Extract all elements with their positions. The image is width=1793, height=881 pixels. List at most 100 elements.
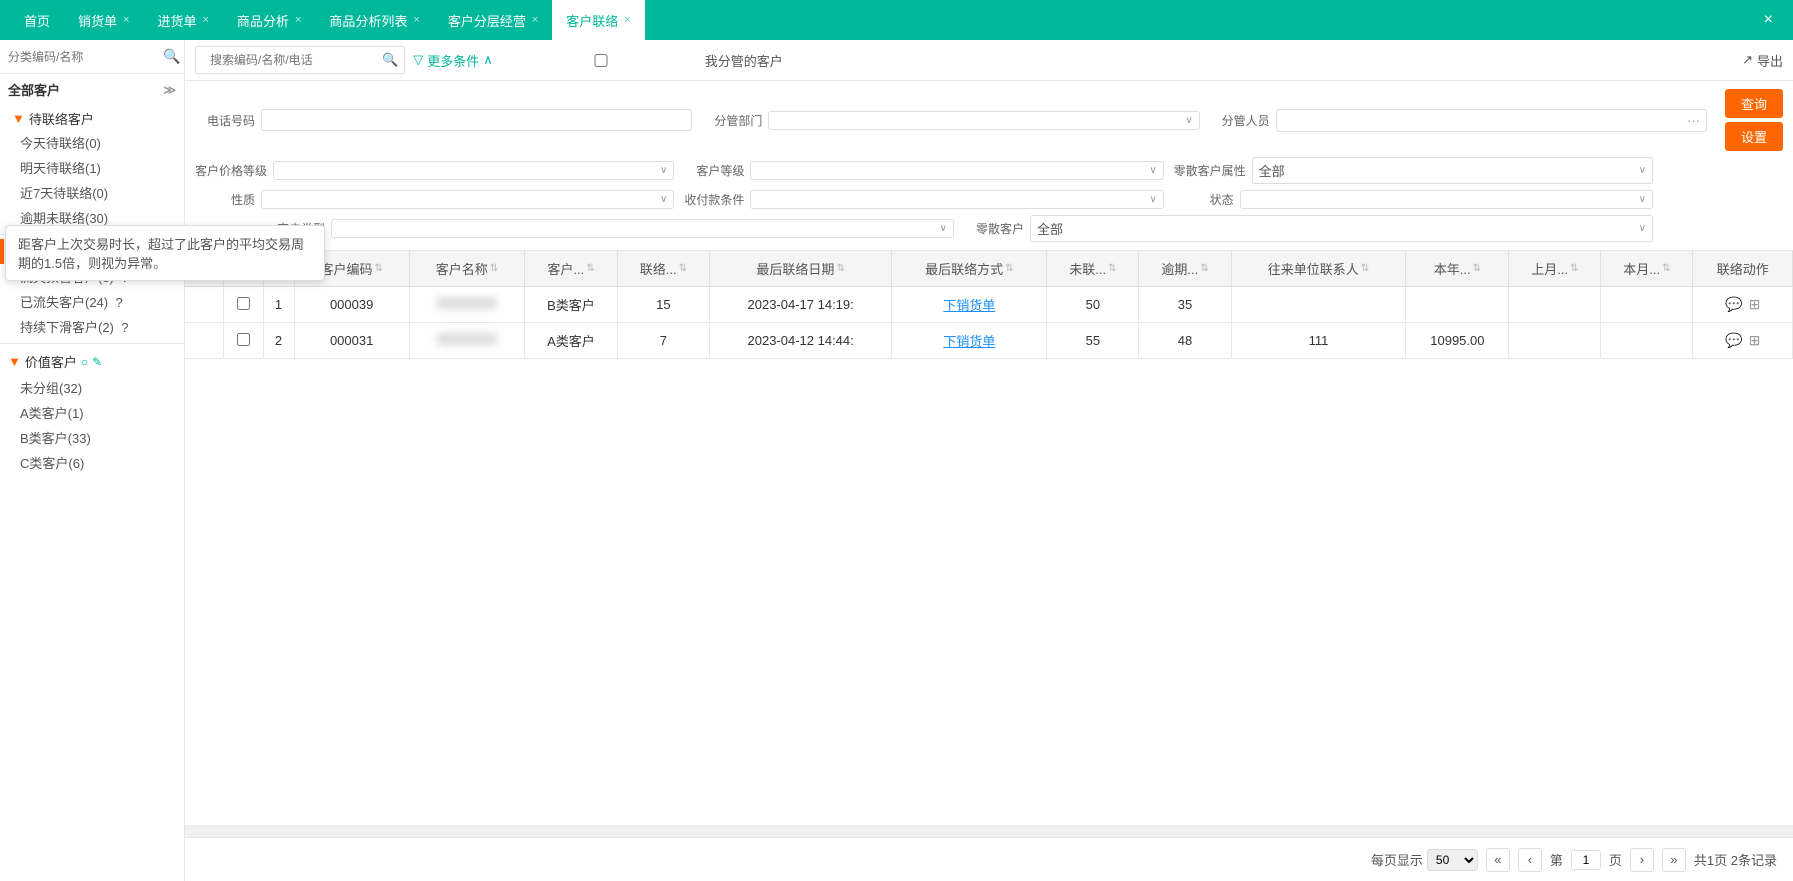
filter-row-3: 性质 ∨ 收付款条件 ∨ 状态	[195, 190, 1783, 209]
export-button[interactable]: ↗ 导出	[1742, 51, 1783, 70]
sidebar-group-pending[interactable]: ▼ 待联络客户	[0, 105, 184, 130]
sidebar-item-7days[interactable]: 近7天待联络(0)	[0, 180, 184, 205]
sidebar-lost-info[interactable]: ?	[115, 295, 122, 310]
settings-button[interactable]: 设置	[1725, 122, 1783, 151]
nav-sales-order[interactable]: 销货单 ×	[64, 0, 143, 40]
td-action-2-icons: 💬 ⊞	[1699, 332, 1786, 349]
sidebar-item-class-a[interactable]: A类客户(1)	[0, 400, 184, 425]
filter-price-level-select[interactable]: ∨	[273, 161, 674, 180]
sidebar-circle-icon[interactable]: ○	[81, 355, 88, 369]
filter-nature-label: 性质	[195, 191, 255, 208]
filter-customer-level-label: 客户等级	[684, 162, 744, 179]
sidebar-group-value[interactable]: ▼ 价值客户 ○ ✎	[0, 348, 184, 375]
prev-page-btn[interactable]: ‹	[1518, 848, 1542, 872]
sidebar-item-class-c[interactable]: C类客户(6)	[0, 450, 184, 475]
td-checkbox-2	[223, 323, 263, 359]
th-this-year[interactable]: 本年... ⇅	[1406, 251, 1509, 287]
filter-dept-select[interactable]: ∨	[768, 111, 1199, 130]
page-size-select[interactable]: 50 20 100	[1427, 849, 1478, 871]
td-code-1: 000039	[294, 287, 409, 323]
last-page-btn[interactable]: »	[1662, 848, 1686, 872]
sidebar-value-label: 价值客户	[25, 352, 77, 371]
td-name-1	[409, 287, 524, 323]
nav-home[interactable]: 首页	[10, 0, 64, 40]
sidebar-item-today[interactable]: 今天待联络(0)	[0, 130, 184, 155]
row-2-checkbox[interactable]	[237, 333, 250, 346]
horizontal-scrollbar[interactable]	[185, 825, 1793, 837]
nav-product-analysis-list[interactable]: 商品分析列表 ×	[315, 0, 433, 40]
nav-product-analysis-list-close[interactable]: ×	[413, 14, 419, 26]
tooltip-box: 距客户上次交易时长，超过了此客户的平均交易周期的1.5倍，则视为异常。	[5, 225, 325, 281]
filter-retail-attr-value: 全部	[1259, 161, 1285, 180]
td-gear-2	[185, 323, 223, 359]
query-button[interactable]: 查询	[1725, 89, 1783, 118]
sidebar-divider-2	[0, 343, 184, 344]
sidebar-item-class-b[interactable]: B类客户(33)	[0, 425, 184, 450]
nav-customer-management-close[interactable]: ×	[532, 14, 538, 26]
td-this-month-1	[1601, 287, 1693, 323]
my-customer-checkbox-area: 我分管的客户	[501, 51, 783, 70]
first-page-btn[interactable]: «	[1486, 848, 1510, 872]
filter-customer-level-select[interactable]: ∨	[750, 161, 1163, 180]
th-uncontacted[interactable]: 未联... ⇅	[1047, 251, 1139, 287]
app-close-button[interactable]: ×	[1754, 11, 1783, 29]
th-this-month[interactable]: 本月... ⇅	[1601, 251, 1693, 287]
nav-purchase-order[interactable]: 进货单 ×	[143, 0, 222, 40]
nav-purchase-order-close[interactable]: ×	[202, 14, 208, 26]
filter-payment-chevron: ∨	[1149, 194, 1156, 205]
filter-status-select[interactable]: ∨	[1240, 190, 1653, 209]
filter-phone-input[interactable]	[261, 109, 692, 131]
td-last-way-2-link[interactable]: 下销货单	[943, 334, 995, 349]
nav-product-analysis[interactable]: 商品分析 ×	[223, 0, 315, 40]
filter-customer-type-select[interactable]: ∨	[331, 219, 954, 238]
action-chat-2[interactable]: 💬	[1725, 332, 1742, 349]
action-more-1[interactable]: ⊞	[1749, 296, 1761, 313]
th-company-contact[interactable]: 往来单位联系人 ⇅	[1231, 251, 1406, 287]
td-company-contact-2: 111	[1231, 323, 1406, 359]
td-contact-2: 7	[617, 323, 709, 359]
filter-manager-select[interactable]: ···	[1276, 109, 1707, 132]
search-input[interactable]	[202, 49, 382, 71]
th-name[interactable]: 客户名称 ⇅	[409, 251, 524, 287]
page-input[interactable]	[1571, 850, 1601, 870]
th-contact[interactable]: 联络... ⇅	[617, 251, 709, 287]
td-last-way-1-link[interactable]: 下销货单	[943, 298, 995, 313]
nav-customer-contact[interactable]: 客户联络 ×	[552, 0, 644, 40]
row-1-checkbox[interactable]	[237, 297, 250, 310]
filter-retail-attr-select[interactable]: 全部 ∨	[1252, 157, 1653, 184]
action-more-2[interactable]: ⊞	[1749, 332, 1761, 349]
sidebar-declining-info[interactable]: ?	[121, 320, 128, 335]
sidebar-search-icon[interactable]: 🔍	[163, 48, 180, 65]
tooltip-text: 距客户上次交易时长，超过了此客户的平均交易周期的1.5倍，则视为异常。	[18, 237, 304, 271]
sidebar-all-customers[interactable]: 全部客户 ≫	[0, 74, 184, 105]
sidebar-item-declining[interactable]: 持续下滑客户(2) ?	[0, 314, 184, 339]
th-category[interactable]: 客户... ⇅	[525, 251, 618, 287]
sidebar-item-lost[interactable]: 已流失客户(24) ?	[0, 289, 184, 314]
th-last-month[interactable]: 上月... ⇅	[1509, 251, 1601, 287]
filter-area: 电话号码 分管部门 ∨ 分管人员 ···	[185, 81, 1793, 251]
sidebar-edit-icon[interactable]: ✎	[92, 355, 102, 369]
action-chat-1[interactable]: 💬	[1725, 296, 1742, 313]
filter-payment-select[interactable]: ∨	[750, 190, 1163, 209]
th-last-way[interactable]: 最后联络方式 ⇅	[892, 251, 1047, 287]
nav-customer-management-label: 客户分层经营	[448, 11, 526, 30]
sidebar-active-indicator	[0, 239, 4, 264]
filter-retail-customer-select[interactable]: 全部 ∨	[1030, 215, 1653, 242]
more-conditions-btn[interactable]: ▽ 更多条件 ∧	[413, 51, 493, 70]
next-page-btn[interactable]: ›	[1630, 848, 1654, 872]
filter-nature-select[interactable]: ∨	[261, 190, 674, 209]
td-last-way-2: 下销货单	[892, 323, 1047, 359]
filter-retail-attr-chevron: ∨	[1639, 165, 1646, 176]
nav-customer-contact-close[interactable]: ×	[624, 14, 630, 26]
nav-customer-management[interactable]: 客户分层经营 ×	[434, 0, 552, 40]
nav-product-analysis-close[interactable]: ×	[295, 14, 301, 26]
td-last-date-2: 2023-04-12 14:44:	[709, 323, 891, 359]
th-last-date[interactable]: 最后联络日期 ⇅	[709, 251, 891, 287]
toolbar-search-icon[interactable]: 🔍	[382, 52, 398, 68]
sidebar-item-tomorrow[interactable]: 明天待联络(1)	[0, 155, 184, 180]
sidebar-item-ungroup[interactable]: 未分组(32)	[0, 375, 184, 400]
my-customer-checkbox[interactable]	[501, 54, 701, 67]
th-overdue[interactable]: 逾期... ⇅	[1139, 251, 1231, 287]
sidebar-search-input[interactable]	[8, 50, 163, 64]
nav-sales-order-close[interactable]: ×	[123, 14, 129, 26]
